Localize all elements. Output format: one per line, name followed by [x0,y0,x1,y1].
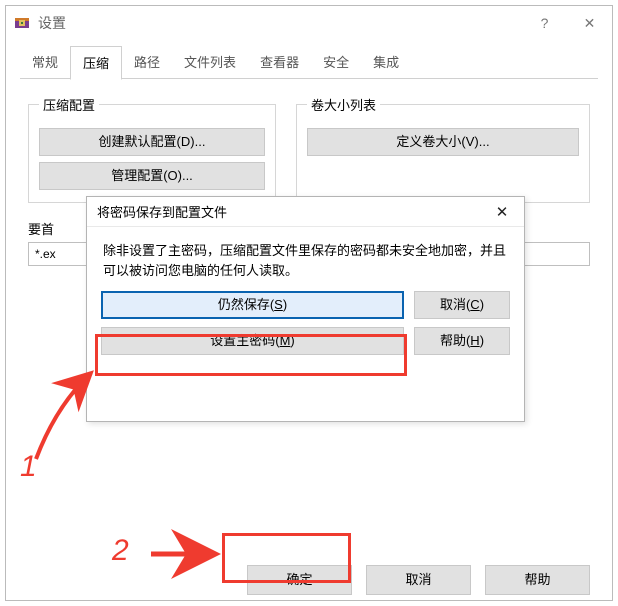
dialog-title: 将密码保存到配置文件 [97,202,227,221]
settings-window: 设置 ? ✕ 常规 压缩 路径 文件列表 查看器 安全 集成 压缩配置 创建默认… [5,5,613,601]
tab-path[interactable]: 路径 [122,46,172,79]
tab-general[interactable]: 常规 [20,46,70,79]
tab-strip: 常规 压缩 路径 文件列表 查看器 安全 集成 [6,40,612,79]
dialog-help-button[interactable]: 帮助(H) [414,327,510,355]
tab-filelist[interactable]: 文件列表 [172,46,248,79]
create-default-profile-button[interactable]: 创建默认配置(D)... [39,128,265,156]
dialog-close-button[interactable]: ✕ [488,203,516,221]
still-save-button[interactable]: 仍然保存(S) [101,291,404,319]
manage-profiles-button[interactable]: 管理配置(O)... [39,162,265,190]
close-button[interactable]: ✕ [567,8,612,38]
dialog-actions: 仍然保存(S) 取消(C) 设置主密码(M) 帮助(H) [87,291,524,377]
titlebar: 设置 ? ✕ [6,6,612,40]
app-icon [14,15,30,31]
cancel-button[interactable]: 取消 [366,565,471,595]
dialog-bottom-bar: 确定 取消 帮助 [6,555,612,605]
group-compression-profiles: 压缩配置 创建默认配置(D)... 管理配置(O)... [28,95,276,203]
ok-button[interactable]: 确定 [247,565,352,595]
dialog-message: 除非设置了主密码，压缩配置文件里保存的密码都未安全地加密，并且可以被访问您电脑的… [87,227,524,291]
tab-security[interactable]: 安全 [311,46,361,79]
help-button[interactable]: ? [522,8,567,38]
tab-integration[interactable]: 集成 [361,46,411,79]
tab-viewer[interactable]: 查看器 [248,46,311,79]
tab-compress[interactable]: 压缩 [70,46,122,80]
dialog-cancel-button[interactable]: 取消(C) [414,291,510,319]
group-compression-profiles-legend: 压缩配置 [39,95,99,114]
define-volume-sizes-button[interactable]: 定义卷大小(V)... [307,128,579,156]
set-master-password-button[interactable]: 设置主密码(M) [101,327,404,355]
group-volume-sizes-legend: 卷大小列表 [307,95,380,114]
save-password-dialog: 将密码保存到配置文件 ✕ 除非设置了主密码，压缩配置文件里保存的密码都未安全地加… [86,196,525,422]
help-button-bottom[interactable]: 帮助 [485,565,590,595]
group-volume-sizes: 卷大小列表 定义卷大小(V)... [296,95,590,203]
window-title: 设置 [38,13,66,33]
dialog-titlebar: 将密码保存到配置文件 ✕ [87,197,524,227]
